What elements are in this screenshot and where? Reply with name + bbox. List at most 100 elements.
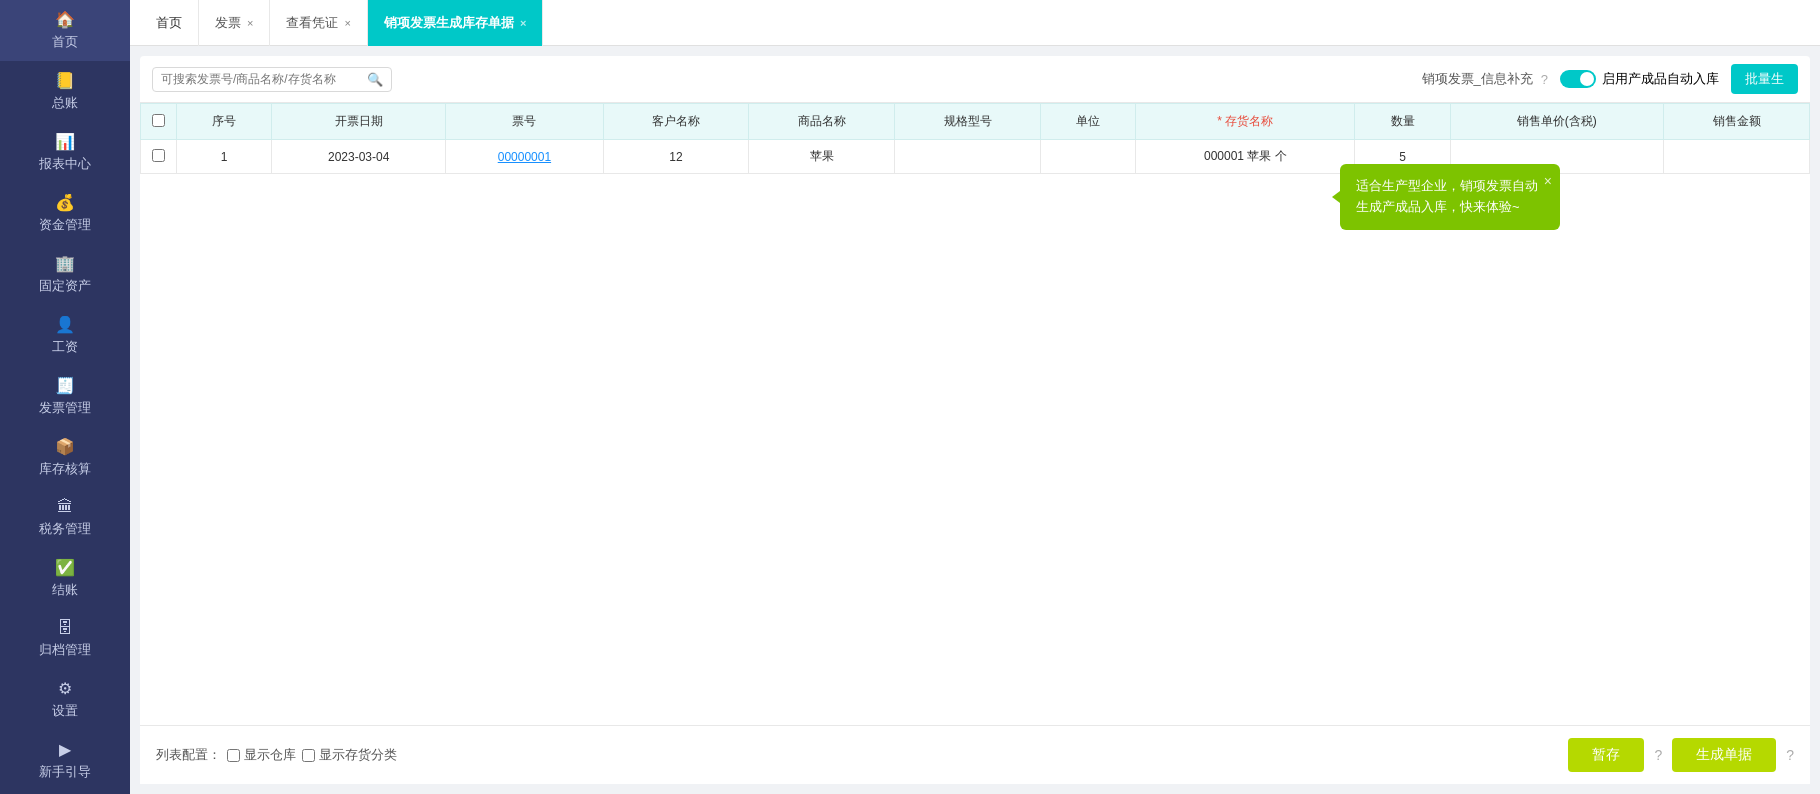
sidebar-item-invoice-mgmt[interactable]: 🧾 发票管理 <box>0 366 130 427</box>
tab-home-label: 首页 <box>156 14 182 32</box>
batch-button[interactable]: 批量生 <box>1731 64 1798 94</box>
tooltip-text: 适合生产型企业，销项发票自动生成产成品入库，快来体验~ <box>1356 178 1538 214</box>
save-help-icon[interactable]: ? <box>1654 747 1662 763</box>
sidebar-item-guide[interactable]: ▶ 新手引导 <box>0 730 130 791</box>
config-label: 列表配置： <box>156 746 221 764</box>
header-product: 商品名称 <box>749 104 895 140</box>
footer: 列表配置： 显示仓库 显示存货分类 暂存 ? 生成单据 ? <box>140 725 1810 784</box>
row-date: 2023-03-04 <box>272 140 446 174</box>
show-category-checkbox-label[interactable]: 显示存货分类 <box>302 746 397 764</box>
reports-icon: 📊 <box>55 132 75 151</box>
info-help-icon[interactable]: ? <box>1541 72 1548 87</box>
info-section: 销项发票_信息补充 ? <box>1422 70 1548 88</box>
header-date: 开票日期 <box>272 104 446 140</box>
header-ticket-no: 票号 <box>446 104 603 140</box>
select-all-checkbox[interactable] <box>152 114 165 127</box>
tab-home[interactable]: 首页 <box>140 0 199 46</box>
header-spec: 规格型号 <box>895 104 1041 140</box>
toggle-wrapper: 启用产成品自动入库 <box>1560 70 1719 88</box>
tab-bar: 首页 发票 × 查看凭证 × 销项发票生成库存单据 × <box>130 0 1820 46</box>
generate-help-icon[interactable]: ? <box>1786 747 1794 763</box>
inventory-icon: 📦 <box>55 437 75 456</box>
sidebar-item-label: 设置 <box>52 702 78 720</box>
archive-icon: 🗄 <box>57 619 73 637</box>
header-customer: 客户名称 <box>603 104 749 140</box>
toolbar: 🔍 销项发票_信息补充 ? 启用产成品自动入库 批量生 <box>140 56 1810 103</box>
footer-actions: 暂存 ? 生成单据 ? <box>1568 738 1794 772</box>
header-amount: 销售金额 <box>1664 104 1810 140</box>
tab-voucher[interactable]: 查看凭证 × <box>270 0 367 46</box>
sidebar-item-home[interactable]: 🏠 首页 <box>0 0 130 61</box>
header-checkbox-col <box>141 104 177 140</box>
row-product: 苹果 <box>749 140 895 174</box>
sidebar-item-label: 固定资产 <box>39 277 91 295</box>
tab-invoice-label: 发票 <box>215 14 241 32</box>
table-header-row: 序号 开票日期 票号 客户名称 商品名称 规格型号 单位 * 存货名称 数量 销… <box>141 104 1810 140</box>
row-checkbox-cell <box>141 140 177 174</box>
row-ticket-no[interactable]: 00000001 <box>446 140 603 174</box>
tooltip-popup: × 适合生产型企业，销项发票自动生成产成品入库，快来体验~ <box>1340 164 1560 230</box>
header-qty: 数量 <box>1355 104 1450 140</box>
sidebar-item-label: 新手引导 <box>39 763 91 781</box>
hr-icon: 👤 <box>55 315 75 334</box>
sidebar-item-label: 税务管理 <box>39 520 91 538</box>
data-table: 序号 开票日期 票号 客户名称 商品名称 规格型号 单位 * 存货名称 数量 销… <box>140 103 1810 174</box>
sidebar-item-label: 首页 <box>52 33 78 51</box>
row-unit <box>1041 140 1136 174</box>
home-icon: 🏠 <box>55 10 75 29</box>
header-price-tax: 销售单价(含税) <box>1450 104 1664 140</box>
sidebar-item-label: 报表中心 <box>39 155 91 173</box>
show-category-checkbox[interactable] <box>302 749 315 762</box>
ledger-icon: 📒 <box>55 71 75 90</box>
row-inventory[interactable]: 000001 苹果 个 <box>1136 140 1355 174</box>
sidebar-item-reports[interactable]: 📊 报表中心 <box>0 122 130 183</box>
auto-warehouse-toggle[interactable] <box>1560 70 1596 88</box>
sidebar-item-assets[interactable]: 🏢 固定资产 <box>0 244 130 305</box>
main-area: 首页 发票 × 查看凭证 × 销项发票生成库存单据 × 🔍 销项发票_信息补充 … <box>130 0 1820 794</box>
sidebar-item-inventory[interactable]: 📦 库存核算 <box>0 427 130 488</box>
tooltip-close-button[interactable]: × <box>1544 170 1552 192</box>
row-spec <box>895 140 1041 174</box>
sidebar-item-funds[interactable]: 💰 资金管理 <box>0 183 130 244</box>
guide-icon: ▶ <box>59 740 71 759</box>
search-input[interactable] <box>161 72 367 86</box>
sidebar-item-label: 发票管理 <box>39 399 91 417</box>
sidebar-item-tax[interactable]: 🏛 税务管理 <box>0 488 130 548</box>
info-label: 销项发票_信息补充 <box>1422 70 1533 88</box>
search-icon: 🔍 <box>367 72 383 87</box>
tab-voucher-close-icon[interactable]: × <box>344 17 350 29</box>
header-inventory: * 存货名称 <box>1136 104 1355 140</box>
show-warehouse-checkbox[interactable] <box>227 749 240 762</box>
sidebar-item-hr[interactable]: 👤 工资 <box>0 305 130 366</box>
content-area: 🔍 销项发票_信息补充 ? 启用产成品自动入库 批量生 <box>130 46 1820 794</box>
header-unit: 单位 <box>1041 104 1136 140</box>
row-checkbox[interactable] <box>152 149 165 162</box>
sidebar-item-settings[interactable]: ⚙ 设置 <box>0 669 130 730</box>
row-customer: 12 <box>603 140 749 174</box>
sidebar-item-close-accounts[interactable]: ✅ 结账 <box>0 548 130 609</box>
toggle-label: 启用产成品自动入库 <box>1602 70 1719 88</box>
sidebar-item-label: 结账 <box>52 581 78 599</box>
tab-generate[interactable]: 销项发票生成库存单据 × <box>368 0 543 46</box>
show-warehouse-checkbox-label[interactable]: 显示仓库 <box>227 746 296 764</box>
row-amount <box>1664 140 1810 174</box>
tab-generate-label: 销项发票生成库存单据 <box>384 14 514 32</box>
search-box[interactable]: 🔍 <box>152 67 392 92</box>
sidebar-item-label: 资金管理 <box>39 216 91 234</box>
tab-invoice-close-icon[interactable]: × <box>247 17 253 29</box>
save-button[interactable]: 暂存 <box>1568 738 1644 772</box>
sidebar: 🏠 首页 📒 总账 📊 报表中心 💰 资金管理 🏢 固定资产 👤 工资 🧾 发票… <box>0 0 130 794</box>
tab-invoice[interactable]: 发票 × <box>199 0 270 46</box>
sidebar-item-ledger[interactable]: 📒 总账 <box>0 61 130 122</box>
show-warehouse-label: 显示仓库 <box>244 746 296 764</box>
generate-button[interactable]: 生成单据 <box>1672 738 1776 772</box>
tax-icon: 🏛 <box>57 498 73 516</box>
show-category-label: 显示存货分类 <box>319 746 397 764</box>
sidebar-item-archive[interactable]: 🗄 归档管理 <box>0 609 130 669</box>
funds-icon: 💰 <box>55 193 75 212</box>
tab-generate-close-icon[interactable]: × <box>520 17 526 29</box>
row-seq: 1 <box>177 140 272 174</box>
sidebar-item-label: 库存核算 <box>39 460 91 478</box>
sidebar-item-label: 总账 <box>52 94 78 112</box>
sidebar-item-label: 工资 <box>52 338 78 356</box>
